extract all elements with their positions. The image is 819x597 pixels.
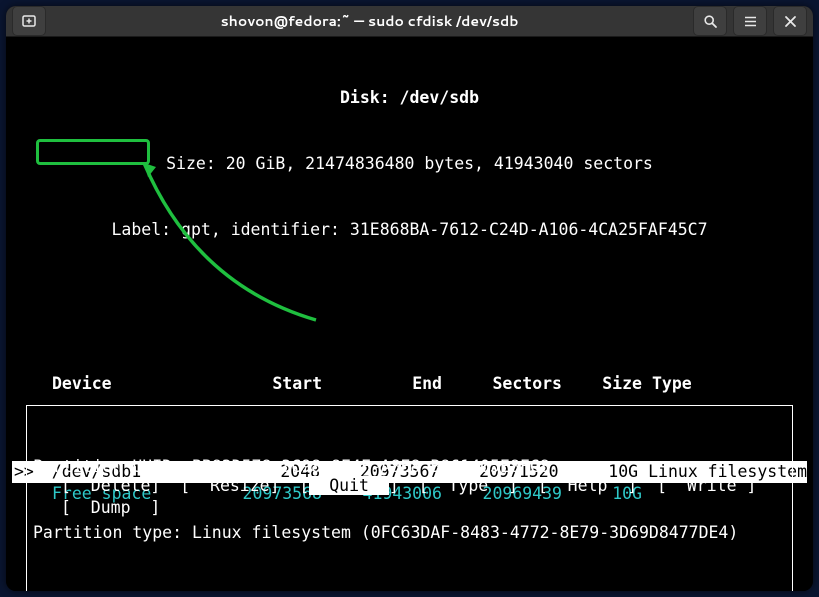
blank-line (12, 285, 807, 307)
window-title: shovon@fedora:~ — sudo cfdisk /dev/sdb (52, 11, 687, 31)
col-size: Size (562, 373, 642, 395)
partition-type: Partition type: Linux filesystem (0FC63D… (33, 522, 786, 544)
col-start: Start (212, 373, 322, 395)
terminal-window: shovon@fedora:~ — sudo cfdisk /dev/sdb D… (6, 6, 813, 591)
col-end: End (322, 373, 442, 395)
close-button[interactable] (773, 6, 807, 36)
disk-size: Size: 20 GiB, 21474836480 bytes, 4194304… (12, 153, 807, 175)
close-icon (784, 15, 797, 28)
col-type: Type (642, 373, 807, 395)
table-header: Device Start End Sectors Size Type (12, 373, 807, 395)
disk-title: Disk: /dev/sdb (12, 87, 807, 109)
disk-label: Label: gpt, identifier: 31E868BA-7612-C2… (12, 219, 807, 241)
terminal-content[interactable]: Disk: /dev/sdb Size: 20 GiB, 21474836480… (6, 37, 813, 591)
new-tab-button[interactable] (12, 6, 46, 36)
search-icon (703, 14, 718, 29)
new-tab-icon (21, 13, 37, 29)
action-menu[interactable]: [ Delete] [ Resize] [ Quit ] [ Type ] [ … (61, 475, 776, 519)
menu-button[interactable] (733, 6, 767, 36)
titlebar: shovon@fedora:~ — sudo cfdisk /dev/sdb (6, 6, 813, 37)
col-sectors: Sectors (442, 373, 562, 395)
col-device: Device (52, 373, 212, 395)
hamburger-icon (743, 14, 758, 29)
search-button[interactable] (693, 6, 727, 36)
